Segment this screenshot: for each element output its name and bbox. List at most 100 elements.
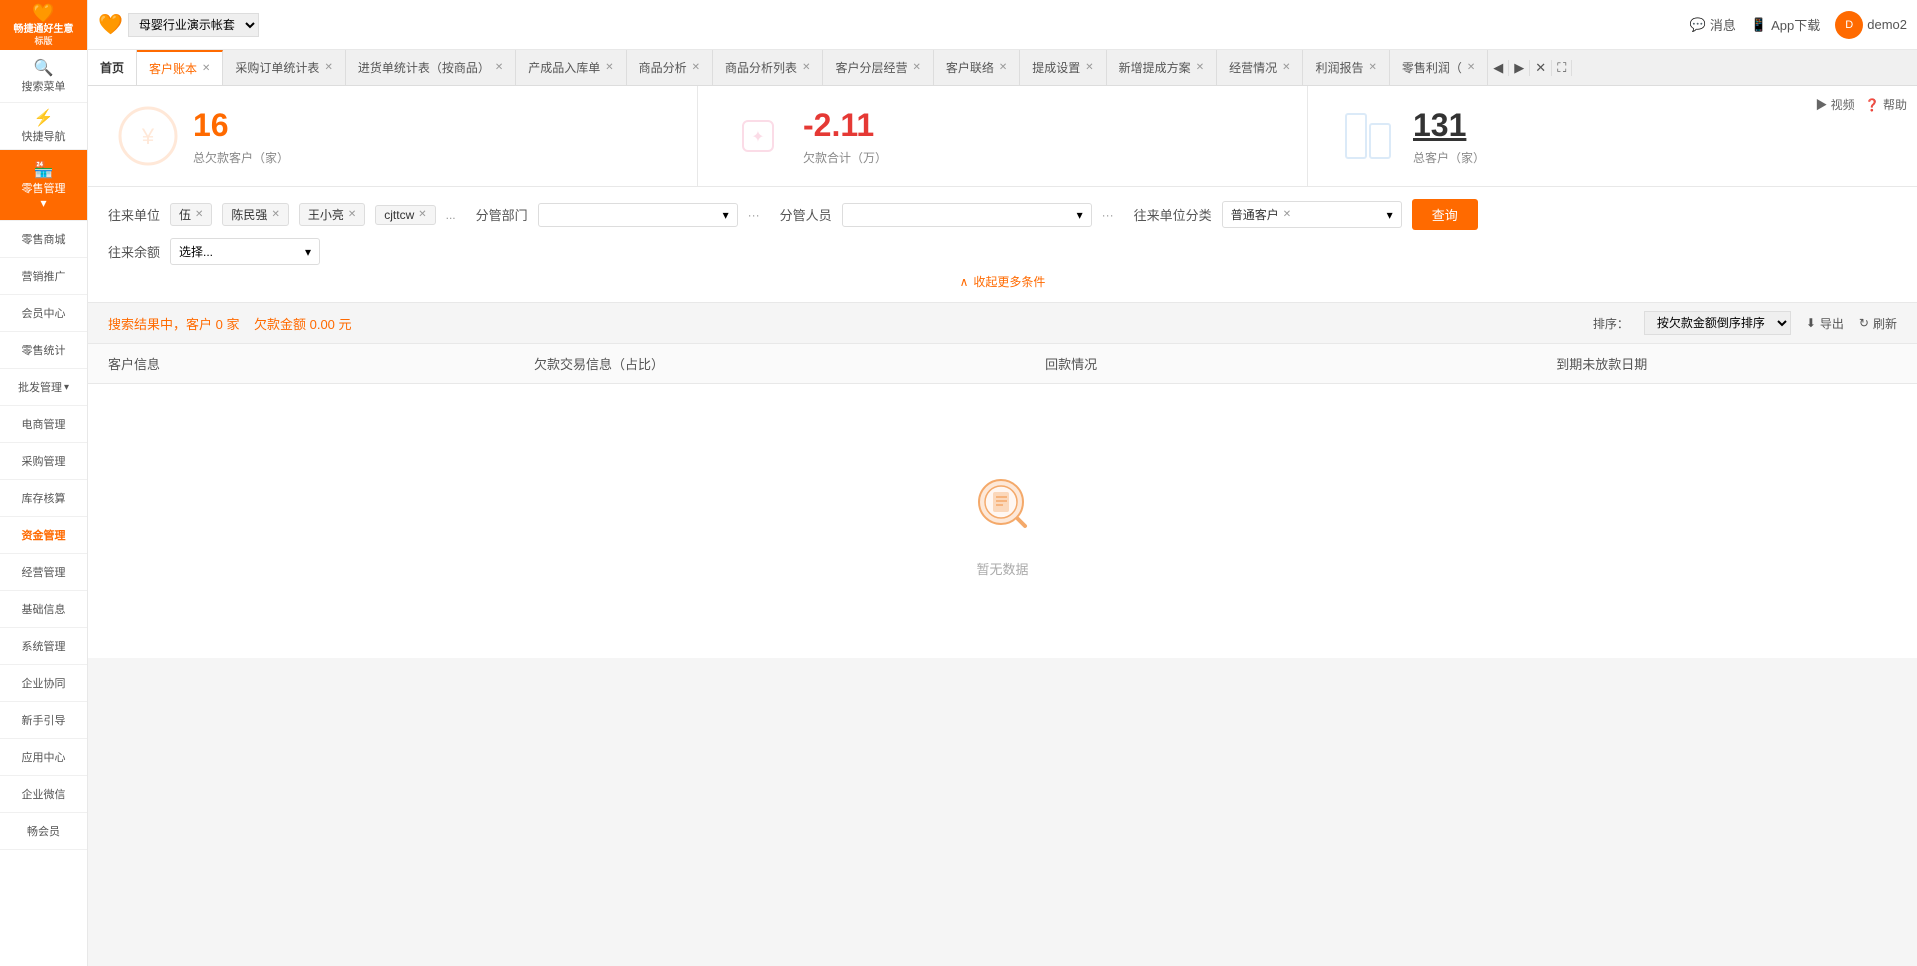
tab-close-operations[interactable]: ✕ [1282, 62, 1290, 73]
sidebar-item-ecommerce[interactable]: 电商管理 [0, 406, 87, 443]
tab-close-accounts[interactable]: ✕ [202, 63, 210, 74]
empty-text: 暂无数据 [976, 559, 1028, 578]
tab-close-customer-layer[interactable]: ✕ [912, 62, 920, 73]
filter-tag-cjttcw-remove[interactable]: ✕ [418, 209, 426, 220]
tabbar: 首页 客户账本 ✕ 采购订单统计表 ✕ 进货单统计表（按商品） ✕ 产成品入库单… [88, 50, 1917, 86]
sidebar-item-system[interactable]: 系统管理 [0, 628, 87, 665]
filter-unit-class-select[interactable]: 普通客户 ✕ ▾ [1222, 201, 1402, 228]
sidebar-item-retail-stats[interactable]: 零售统计 [0, 332, 87, 369]
filter-person-select[interactable]: ▾ [842, 203, 1092, 227]
tab-purchase-order-stats[interactable]: 采购订单统计表 ✕ [223, 50, 345, 86]
tab-product-analysis-list[interactable]: 商品分析列表 ✕ [713, 50, 823, 86]
sidebar-item-marketing[interactable]: 营销推广 [0, 258, 87, 295]
filter-tag-normal-customer: 普通客户 ✕ [1231, 206, 1291, 223]
brand-selector[interactable]: 🧡 母婴行业演示帐套 [98, 12, 259, 37]
tabbar-close-all[interactable]: ✕ [1530, 60, 1552, 76]
filter-tag-chen-remove[interactable]: ✕ [271, 209, 279, 220]
tab-tips-settings[interactable]: 提成设置 ✕ [1020, 50, 1106, 86]
user-avatar-button[interactable]: D demo2 [1835, 11, 1907, 39]
brand-dropdown[interactable]: 母婴行业演示帐套 [128, 13, 259, 37]
stat-label-customers: 总欠款客户（家） [193, 149, 289, 166]
sidebar-item-member[interactable]: 会员中心 [0, 295, 87, 332]
sort-select[interactable]: 按欠款金额倒序排序 [1644, 311, 1791, 335]
balance-dropdown-icon: ▾ [305, 245, 311, 259]
sidebar-item-inventory[interactable]: 库存核算 [0, 480, 87, 517]
tab-product-inbound[interactable]: 产成品入库单 ✕ [516, 50, 626, 86]
text-help-button[interactable]: ❓ 帮助 [1865, 96, 1907, 113]
video-help-button[interactable]: ▶ 视频 [1815, 96, 1854, 113]
tab-close-analysis-list[interactable]: ✕ [802, 62, 810, 73]
question-icon: ❓ [1865, 98, 1880, 112]
tab-close-analysis[interactable]: ✕ [692, 62, 700, 73]
export-icon: ⬇ [1806, 316, 1816, 330]
tab-retail-profit[interactable]: 零售利润（ ✕ [1390, 50, 1488, 86]
export-button[interactable]: ⬇ 导出 [1806, 315, 1844, 332]
sidebar-item-finance[interactable]: 资金管理 [0, 517, 87, 554]
filter-tag-wang-remove[interactable]: ✕ [348, 209, 356, 220]
tab-close-retail-profit[interactable]: ✕ [1467, 62, 1475, 73]
tab-close-tips[interactable]: ✕ [1085, 62, 1093, 73]
filter-person-more[interactable]: ··· [1102, 208, 1114, 222]
tab-close-profit[interactable]: ✕ [1369, 62, 1377, 73]
filter-area: 往来单位 伍 ✕ 陈民强 ✕ 王小亮 ✕ cjttcw ✕ ... [88, 187, 1917, 303]
sidebar-item-retail[interactable]: 🏪 零售管理 ▾ [0, 150, 87, 221]
message-icon: 💬 [1690, 17, 1706, 33]
filter-tag-wu-remove[interactable]: ✕ [195, 209, 203, 220]
tab-close-tips-plan[interactable]: ✕ [1196, 62, 1204, 73]
tab-customer-layer[interactable]: 客户分层经营 ✕ [823, 50, 933, 86]
sidebar-item-vip[interactable]: 畅会员 [0, 813, 87, 850]
sidebar-item-basic[interactable]: 基础信息 [0, 591, 87, 628]
stat-icon-total [1338, 106, 1398, 166]
filter-unit-label: 往来单位 [108, 205, 160, 224]
stat-help-buttons: ▶ 视频 ❓ 帮助 [1815, 96, 1907, 113]
sidebar-item-wechat[interactable]: 企业微信 [0, 776, 87, 813]
sidebar-item-operations[interactable]: 经营管理 [0, 554, 87, 591]
messages-button[interactable]: 💬 消息 [1690, 15, 1736, 34]
filter-collapse-button[interactable]: ∧ 收起更多条件 [108, 273, 1897, 290]
play-icon: ▶ [1815, 98, 1827, 112]
stat-info-debt: -2.11 欠款合计（万） [803, 107, 887, 166]
topbar-actions: 💬 消息 📱 App下载 D demo2 [1690, 11, 1907, 39]
tab-new-tips-plan[interactable]: 新增提成方案 ✕ [1107, 50, 1217, 86]
sidebar-item-wholesale[interactable]: 批发管理 ▾ [0, 369, 87, 406]
query-button[interactable]: 查询 [1412, 199, 1478, 230]
filter-person-label: 分管人员 [780, 205, 832, 224]
stat-label-total: 总客户（家） [1413, 149, 1485, 166]
sidebar-item-search[interactable]: 🔍 搜索菜单 [0, 50, 87, 103]
tab-operations-status[interactable]: 经营情况 ✕ [1217, 50, 1303, 86]
filter-dept-select[interactable]: ▾ [538, 203, 738, 227]
tab-profit-report[interactable]: 利润报告 ✕ [1303, 50, 1389, 86]
tab-inventory-stats[interactable]: 进货单统计表（按商品） ✕ [346, 50, 516, 86]
filter-more-button[interactable]: ... [446, 208, 456, 222]
tab-accounts[interactable]: 客户账本 ✕ [137, 50, 223, 86]
filter-unit-class-label: 往来单位分类 [1134, 205, 1212, 224]
sidebar-item-enterprise[interactable]: 企业协同 [0, 665, 87, 702]
tab-customer-contact[interactable]: 客户联络 ✕ [934, 50, 1020, 86]
result-count: 0 [216, 317, 223, 332]
refresh-button[interactable]: ↻ 刷新 [1859, 315, 1897, 332]
sidebar-item-purchase[interactable]: 采购管理 [0, 443, 87, 480]
stat-total-customers: 131 总客户（家） ▶ 视频 ❓ 帮助 [1308, 86, 1917, 186]
tab-close-contact[interactable]: ✕ [999, 62, 1007, 73]
filter-dept-more[interactable]: ··· [748, 208, 760, 222]
sidebar-item-quick-nav[interactable]: ⚡ 快捷导航 [0, 103, 87, 150]
tab-home[interactable]: 首页 [88, 50, 137, 86]
tab-close-purchase[interactable]: ✕ [324, 62, 332, 73]
tab-close-inventory[interactable]: ✕ [495, 62, 503, 73]
tab-close-inbound[interactable]: ✕ [605, 62, 613, 73]
sidebar: 🧡 畅捷通好生意 标版 🔍 搜索菜单 ⚡ 快捷导航 🏪 零售管理 ▾ 零售商城 … [0, 0, 88, 966]
svg-text:¥: ¥ [141, 124, 155, 149]
sidebar-item-appstore[interactable]: 应用中心 [0, 739, 87, 776]
filter-balance-select[interactable]: 选择... ▾ [170, 238, 320, 265]
tabbar-maximize[interactable]: ⛶ [1552, 60, 1572, 76]
table-header-debt: 欠款交易信息（占比） [534, 354, 1045, 373]
app-download-button[interactable]: 📱 App下载 [1751, 15, 1820, 34]
filter-tag-normal-remove[interactable]: ✕ [1283, 209, 1291, 220]
tab-product-analysis[interactable]: 商品分析 ✕ [627, 50, 713, 86]
tabbar-nav-right[interactable]: ▶ [1509, 60, 1530, 76]
brand-logo-icon: 🧡 [98, 12, 123, 37]
tabbar-nav-left[interactable]: ◀ [1488, 60, 1509, 76]
sidebar-item-retail-mall[interactable]: 零售商城 [0, 221, 87, 258]
main-area: 🧡 母婴行业演示帐套 💬 消息 📱 App下载 D demo2 首页 [88, 0, 1917, 966]
sidebar-item-newbie[interactable]: 新手引导 [0, 702, 87, 739]
